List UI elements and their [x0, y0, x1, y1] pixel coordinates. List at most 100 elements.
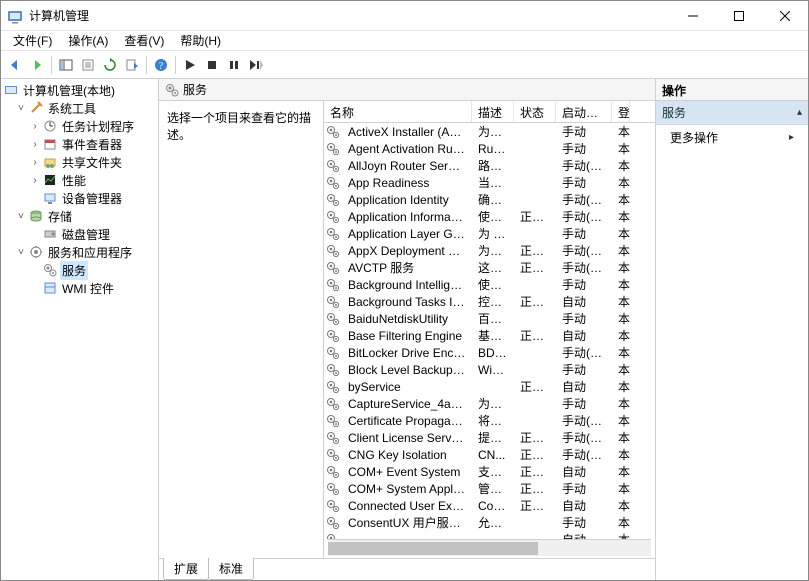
service-desc: 管理...: [472, 480, 514, 497]
minimize-button[interactable]: [670, 1, 716, 31]
tree-event-viewer[interactable]: ›事件查看器: [1, 135, 158, 153]
service-name: AllJoyn Router Service: [342, 159, 472, 173]
service-name: Agent Activation Runtime_...: [342, 142, 472, 156]
service-row[interactable]: Client License Service (Clip...提供...正在..…: [324, 429, 655, 446]
action-more[interactable]: 更多操作 ▸: [656, 125, 808, 150]
tab-extended[interactable]: 扩展: [163, 558, 209, 580]
service-logon: 本: [612, 344, 630, 361]
service-row[interactable]: BitLocker Drive Encryption ...BDE...手动(触…: [324, 344, 655, 361]
service-row[interactable]: Connected User Experienc...Con...正在...自动…: [324, 497, 655, 514]
pause-service-button[interactable]: [223, 54, 245, 76]
refresh-button[interactable]: [99, 54, 121, 76]
service-startup: 手动: [556, 514, 612, 531]
collapse-icon[interactable]: ˅: [15, 246, 27, 258]
menu-action[interactable]: 操作(A): [60, 30, 116, 51]
service-icon: [324, 227, 342, 241]
properties-icon[interactable]: [77, 54, 99, 76]
expand-icon[interactable]: ›: [29, 120, 41, 132]
service-row[interactable]: App Readiness当用...手动本: [324, 174, 655, 191]
tree-task-scheduler[interactable]: ›任务计划程序: [1, 117, 158, 135]
services-icon: [165, 83, 179, 97]
scrollbar-thumb[interactable]: [328, 542, 538, 555]
stop-service-button[interactable]: [201, 54, 223, 76]
service-row[interactable]: ConsentUX 用户服务_4aeb...允许...手动本: [324, 514, 655, 531]
tree-system-tools[interactable]: ˅ 系统工具: [1, 99, 158, 117]
maximize-button[interactable]: [716, 1, 762, 31]
expand-icon[interactable]: ›: [29, 138, 41, 150]
export-list-button[interactable]: [121, 54, 143, 76]
horizontal-scrollbar[interactable]: [328, 539, 651, 556]
close-button[interactable]: [762, 1, 808, 31]
show-hide-tree-button[interactable]: [55, 54, 77, 76]
service-row[interactable]: Base Filtering Engine基本...正在...自动本: [324, 327, 655, 344]
service-desc: 百度...: [472, 310, 514, 327]
start-service-button[interactable]: [179, 54, 201, 76]
service-row[interactable]: AppX Deployment Service ...为部...正在...手动(…: [324, 242, 655, 259]
service-row[interactable]: Agent Activation Runtime_...Run...手动本: [324, 140, 655, 157]
service-startup: 手动: [556, 140, 612, 157]
tree-shared-folders[interactable]: ›共享文件夹: [1, 153, 158, 171]
tree-services[interactable]: 服务: [1, 261, 158, 279]
col-startup[interactable]: 启动类型: [556, 101, 612, 122]
action-subject[interactable]: 服务 ▴: [656, 101, 808, 125]
center-header: 服务: [159, 79, 655, 101]
services-list[interactable]: 名称 描述 状态 启动类型 登 ActiveX Installer (AxIns…: [324, 101, 655, 558]
service-row[interactable]: Certificate Propagation将用...手动(触发...本: [324, 412, 655, 429]
expand-icon[interactable]: ›: [29, 156, 41, 168]
col-status[interactable]: 状态: [514, 101, 556, 122]
service-row[interactable]: CaptureService_4aeb7ca为调...手动本: [324, 395, 655, 412]
tree-root[interactable]: 计算机管理(本地): [1, 81, 158, 99]
tree-performance[interactable]: ›性能: [1, 171, 158, 189]
service-row[interactable]: BaiduNetdiskUtility百度...手动本: [324, 310, 655, 327]
back-button[interactable]: [4, 54, 26, 76]
service-row[interactable]: COM+ Event System支持...正在...自动本: [324, 463, 655, 480]
service-row[interactable]: Application Identity确定...手动(触发...本: [324, 191, 655, 208]
service-logon: 本: [612, 293, 630, 310]
service-row[interactable]: Background Tasks Infrastru...控制...正在...自…: [324, 293, 655, 310]
services-icon: [42, 262, 58, 278]
col-logon[interactable]: 登: [612, 101, 630, 122]
expand-icon[interactable]: ›: [29, 174, 41, 186]
service-row[interactable]: ActiveX Installer (AxInstSV)为从...手动本: [324, 123, 655, 140]
service-row[interactable]: AVCTP 服务这是...正在...手动(触发...本: [324, 259, 655, 276]
col-name[interactable]: 名称: [324, 101, 472, 122]
service-row[interactable]: COM+ System Application管理...正在...手动本: [324, 480, 655, 497]
service-logon: 本: [612, 378, 630, 395]
storage-icon: [28, 208, 44, 224]
menu-help[interactable]: 帮助(H): [172, 30, 229, 51]
tree-disk-management[interactable]: 磁盘管理: [1, 225, 158, 243]
service-row[interactable]: Background Intelligent Tra...使用...手动本: [324, 276, 655, 293]
col-desc[interactable]: 描述: [472, 101, 514, 122]
service-row[interactable]: byService正在...自动本: [324, 378, 655, 395]
service-row[interactable]: AllJoyn Router Service路由...手动(触发...本: [324, 157, 655, 174]
disk-icon: [42, 226, 58, 242]
menu-file[interactable]: 文件(F): [5, 30, 60, 51]
tree-services-apps[interactable]: ˅服务和应用程序: [1, 243, 158, 261]
tree-wmi-control[interactable]: WMI 控件: [1, 279, 158, 297]
service-startup: 手动(触发...: [556, 412, 612, 429]
tab-standard[interactable]: 标准: [208, 558, 254, 580]
service-name: byService: [342, 380, 472, 394]
forward-button[interactable]: [26, 54, 48, 76]
folder-share-icon: [42, 154, 58, 170]
restart-service-button[interactable]: [245, 54, 267, 76]
service-row[interactable]: Application Information使用...正在...手动(触发..…: [324, 208, 655, 225]
tree-device-manager[interactable]: 设备管理器: [1, 189, 158, 207]
column-headers[interactable]: 名称 描述 状态 启动类型 登: [324, 101, 655, 123]
help-button[interactable]: ?: [150, 54, 172, 76]
collapse-icon[interactable]: ˅: [15, 102, 27, 114]
service-logon: 本: [612, 140, 630, 157]
service-name: Application Information: [342, 210, 472, 224]
service-row[interactable]: Application Layer Gateway ...为 In...手动本: [324, 225, 655, 242]
tree-pane[interactable]: 计算机管理(本地) ˅ 系统工具 ›任务计划程序 ›事件查看器 ›共享文件夹 ›…: [1, 79, 159, 580]
service-status: 正在...: [514, 208, 556, 225]
menu-view[interactable]: 查看(V): [116, 30, 172, 51]
service-startup: 自动: [556, 463, 612, 480]
collapse-icon[interactable]: ˅: [15, 210, 27, 222]
service-name: CNG Key Isolation: [342, 448, 472, 462]
tree-storage[interactable]: ˅存储: [1, 207, 158, 225]
service-row[interactable]: Block Level Backup Engine ...Win...手动本: [324, 361, 655, 378]
service-desc: 这是...: [472, 259, 514, 276]
service-row[interactable]: CNG Key IsolationCN...正在...手动(触发...本: [324, 446, 655, 463]
service-row[interactable]: 自动本: [324, 531, 655, 539]
